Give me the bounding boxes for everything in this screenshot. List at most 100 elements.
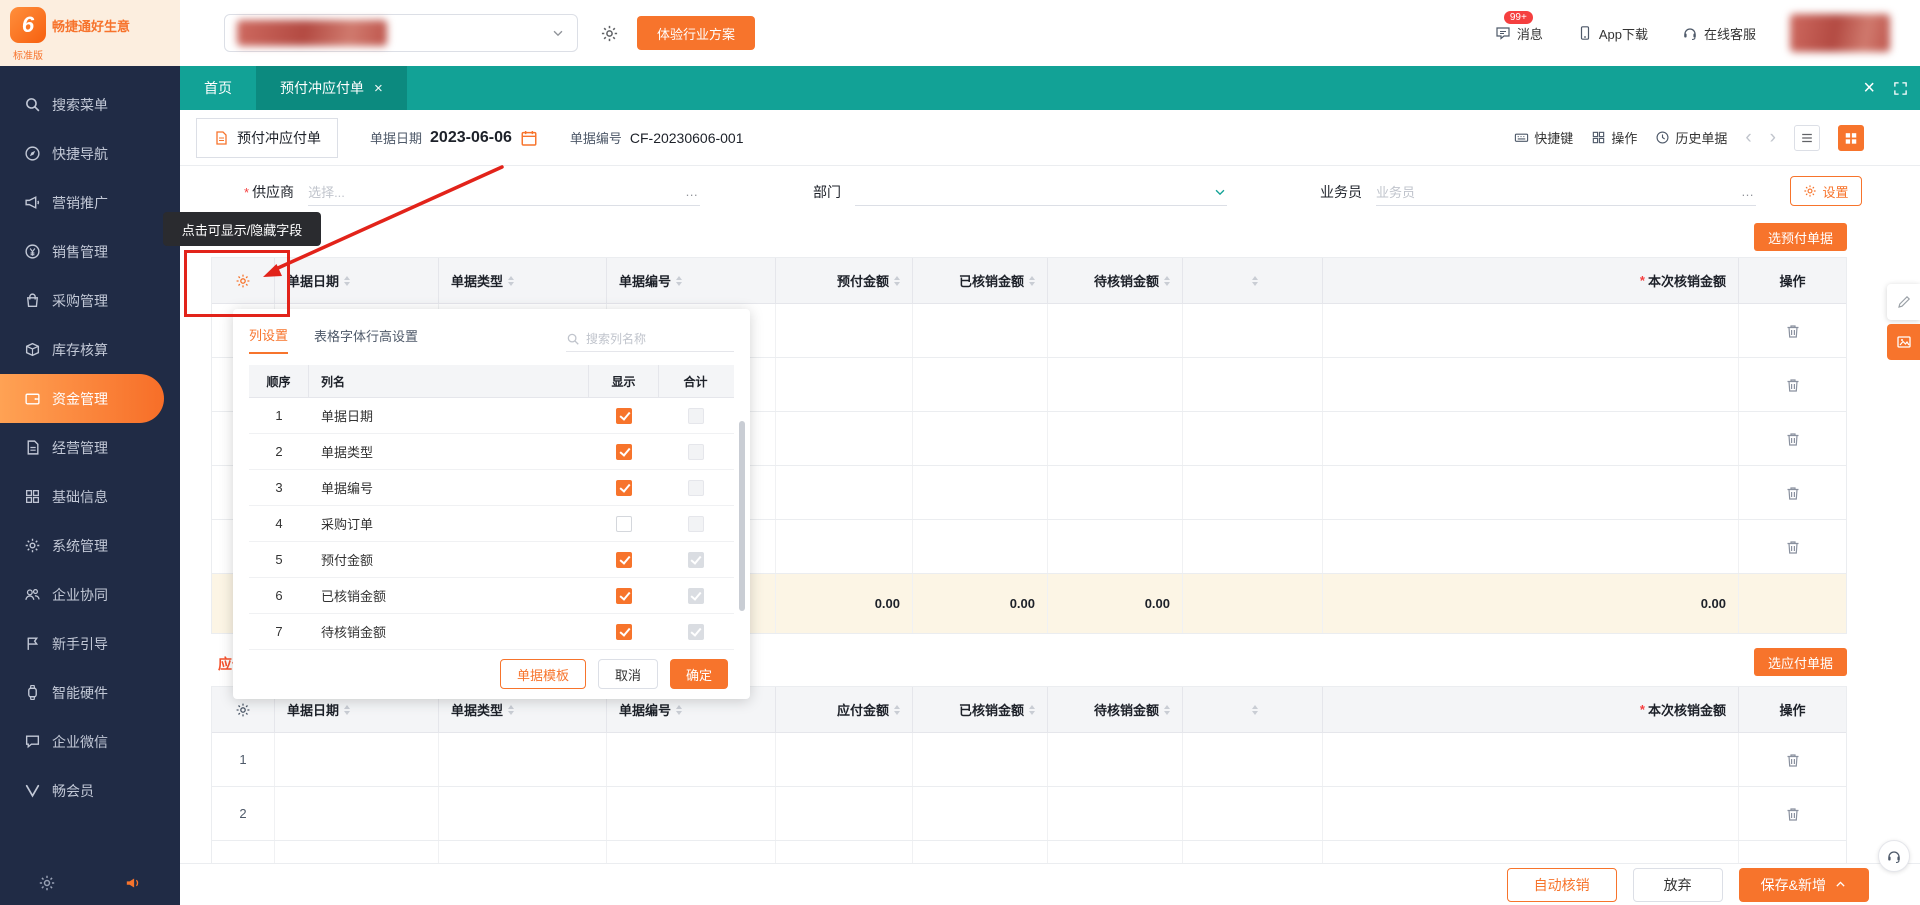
history-docs-button[interactable]: 历史单据 (1655, 128, 1727, 147)
shortcut-keys-button[interactable]: 快捷键 (1514, 128, 1573, 147)
confirm-button[interactable]: 确定 (669, 659, 728, 689)
sidebar-settings-gear-icon[interactable] (38, 874, 56, 892)
sidebar-item-inventory[interactable]: 库存核算 (0, 325, 180, 374)
prev-doc-icon[interactable]: ‹ (1745, 128, 1751, 147)
supplier-picker-icon[interactable]: … (685, 184, 700, 199)
sort-icon[interactable] (1164, 704, 1170, 715)
tab-font-settings[interactable]: 表格字体行高设置 (314, 326, 418, 353)
doc-date-value[interactable]: 2023-06-06 (430, 129, 512, 147)
tab-column-settings[interactable]: 列设置 (249, 325, 289, 354)
doc-number-value[interactable]: CF-20230606-001 (630, 130, 744, 146)
operations-button[interactable]: 操作 (1591, 128, 1637, 147)
settings-button[interactable]: 设置 (1790, 176, 1862, 206)
delete-row-icon[interactable] (1785, 377, 1801, 393)
theme-float-button[interactable] (1887, 324, 1920, 360)
sidebar-item-system[interactable]: 系统管理 (0, 521, 180, 570)
sidebar-item-basic-info[interactable]: 基础信息 (0, 472, 180, 521)
app-download-button[interactable]: App下载 (1577, 24, 1648, 43)
salesman-placeholder: 业务员 (1376, 185, 1416, 200)
supplier-input[interactable]: 选择... … (308, 178, 701, 206)
coin-icon (24, 243, 41, 260)
sort-icon[interactable] (1029, 275, 1035, 286)
salesman-picker-icon[interactable]: … (1741, 184, 1756, 199)
sort-icon[interactable] (894, 275, 900, 286)
sort-icon[interactable] (344, 275, 351, 286)
sort-icon[interactable] (1252, 704, 1258, 715)
feedback-float-button[interactable] (1887, 284, 1920, 320)
doc-template-button[interactable]: 单据模板 (499, 659, 586, 689)
column-settings-gear-icon[interactable] (235, 273, 251, 289)
sidebar-item-collaboration[interactable]: 企业协同 (0, 570, 180, 619)
close-tab-icon[interactable]: × (374, 80, 383, 97)
sidebar-item-sales[interactable]: 销售管理 (0, 227, 180, 276)
card-view-button[interactable] (1838, 124, 1864, 151)
sidebar-item-member[interactable]: 畅会员 (0, 766, 180, 815)
delete-row-icon[interactable] (1785, 323, 1801, 339)
tab-home[interactable]: 首页 (180, 66, 256, 110)
select-prepay-docs-button[interactable]: 选预付单据 (1753, 223, 1847, 251)
salesman-input[interactable]: 业务员 … (1376, 178, 1756, 206)
department-select[interactable] (855, 178, 1227, 206)
sort-icon[interactable] (1252, 275, 1258, 286)
messages-button[interactable]: 99+ 消息 (1495, 9, 1543, 43)
sidebar-item-quick-nav[interactable]: 快捷导航 (0, 129, 180, 178)
compass-icon (24, 145, 41, 162)
sort-icon[interactable] (894, 704, 900, 715)
sort-icon[interactable] (344, 704, 351, 715)
trial-solution-button[interactable]: 体验行业方案 (637, 16, 756, 50)
save-and-new-button[interactable]: 保存&新增 (1738, 867, 1869, 902)
header-settings-gear-icon[interactable] (600, 24, 619, 43)
cancel-button[interactable]: 取消 (597, 659, 658, 689)
show-checkbox[interactable] (616, 407, 632, 424)
sidebar-item-beginner-guide[interactable]: 新手引导 (0, 619, 180, 668)
show-checkbox[interactable] (616, 551, 632, 568)
delete-row-icon[interactable] (1785, 431, 1801, 447)
show-checkbox[interactable] (616, 587, 632, 604)
table-row[interactable]: 2 (212, 787, 1846, 841)
total-checkbox (687, 443, 704, 460)
sort-icon[interactable] (1029, 704, 1035, 715)
fullscreen-icon[interactable] (1893, 81, 1908, 96)
organization-select[interactable] (224, 14, 578, 52)
column-search-input[interactable] (586, 331, 718, 346)
table-row[interactable]: 1 (212, 733, 1846, 787)
sidebar-footer (0, 861, 180, 905)
select-payable-docs-button[interactable]: 选应付单据 (1753, 648, 1847, 676)
sort-icon[interactable] (508, 704, 515, 715)
discard-button[interactable]: 放弃 (1632, 867, 1723, 902)
sidebar-item-purchase[interactable]: 采购管理 (0, 276, 180, 325)
sort-icon[interactable] (508, 275, 515, 286)
delete-row-icon[interactable] (1785, 752, 1801, 768)
next-doc-icon[interactable]: › (1770, 128, 1776, 147)
sidebar-item-marketing[interactable]: 营销推广 (0, 178, 180, 227)
sidebar-item-operations[interactable]: 经营管理 (0, 423, 180, 472)
sort-icon[interactable] (676, 275, 683, 286)
sort-icon[interactable] (676, 704, 683, 715)
announcement-speaker-icon[interactable] (124, 874, 142, 892)
column-settings-gear-icon[interactable] (235, 702, 251, 718)
sidebar-item-funds[interactable]: 资金管理 (0, 374, 164, 423)
close-all-tabs-icon[interactable]: × (1863, 78, 1875, 98)
service-float-button[interactable] (1878, 840, 1910, 872)
show-checkbox[interactable] (616, 623, 632, 640)
sidebar-item-search-menu[interactable]: 搜索菜单 (0, 80, 180, 129)
popup-scrollbar[interactable] (739, 421, 745, 611)
calendar-icon[interactable] (520, 129, 538, 147)
tab-prepay-writeoff[interactable]: 预付冲应付单 × (256, 66, 407, 110)
delete-row-icon[interactable] (1785, 806, 1801, 822)
show-checkbox[interactable] (616, 443, 632, 460)
show-checkbox[interactable] (616, 515, 632, 532)
column-search-box[interactable] (566, 326, 734, 352)
show-checkbox[interactable] (616, 479, 632, 496)
list-view-button[interactable] (1794, 124, 1820, 151)
sidebar-item-wecom[interactable]: 企业微信 (0, 717, 180, 766)
delete-row-icon[interactable] (1785, 485, 1801, 501)
sidebar-item-smart-hardware[interactable]: 智能硬件 (0, 668, 180, 717)
chevron-down-icon[interactable] (1213, 185, 1227, 199)
auto-writeoff-button[interactable]: 自动核销 (1506, 867, 1617, 902)
online-service-button[interactable]: 在线客服 (1682, 24, 1756, 43)
doc-type-chip[interactable]: 预付冲应付单 (196, 117, 338, 158)
sort-icon[interactable] (1164, 275, 1170, 286)
chevron-down-icon (551, 26, 565, 40)
delete-row-icon[interactable] (1785, 539, 1801, 555)
